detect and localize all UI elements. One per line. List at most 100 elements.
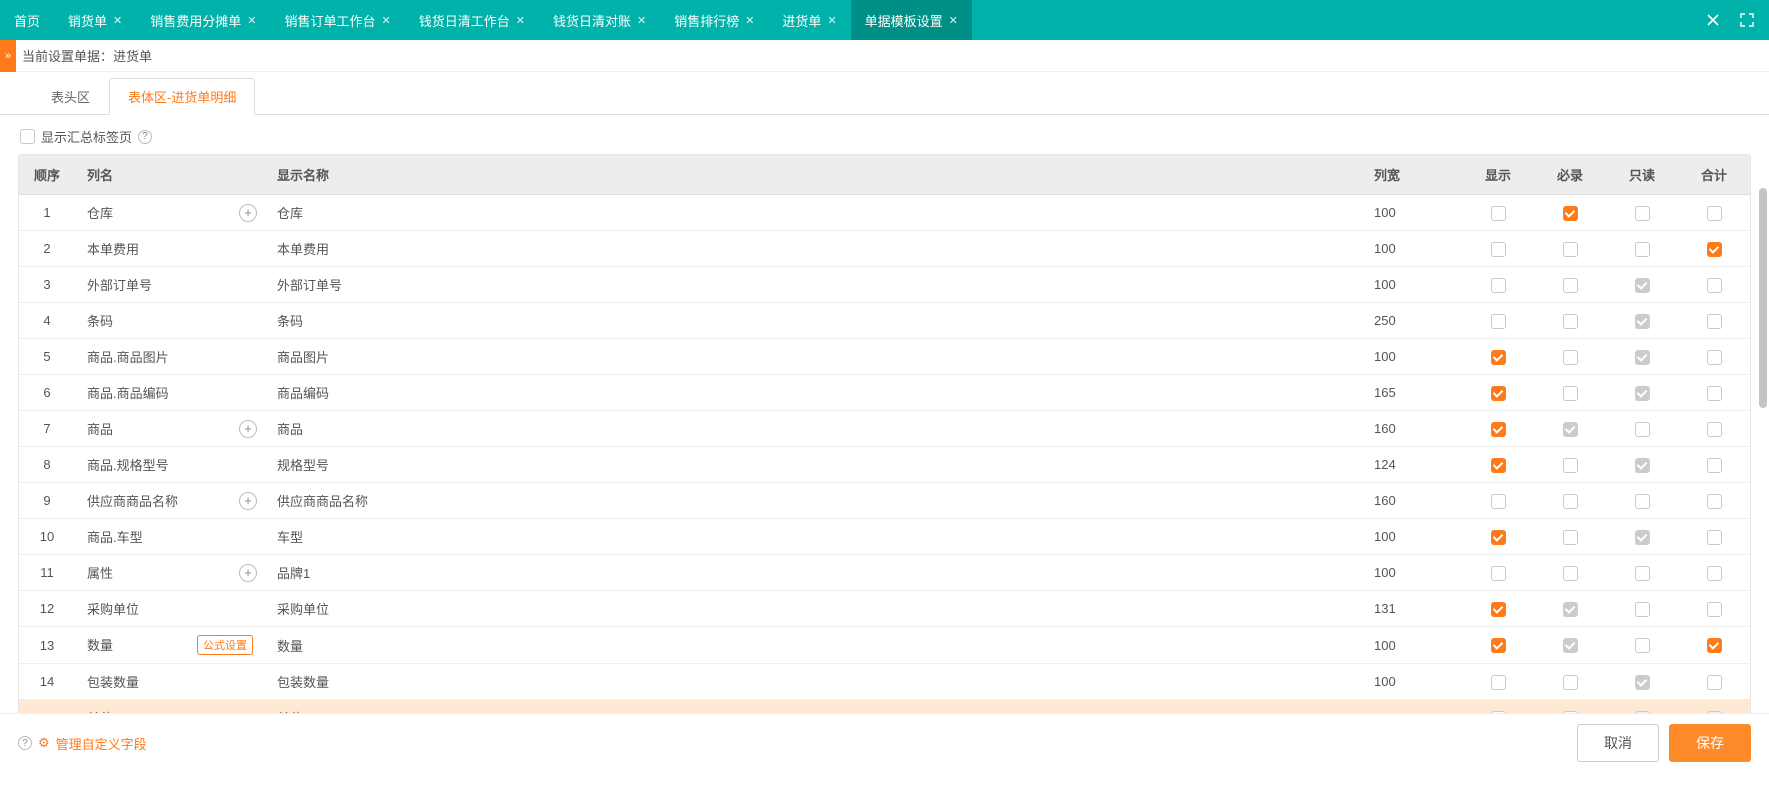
close-icon[interactable]: ✕ [382,14,391,27]
add-icon[interactable]: + [239,420,257,438]
checkbox[interactable] [1491,675,1506,690]
checkbox[interactable] [1491,458,1506,473]
tab-8[interactable]: 单据模板设置✕ [851,0,972,40]
tab-6[interactable]: 销售排行榜✕ [660,0,768,40]
checkbox[interactable] [1707,386,1722,401]
close-icon[interactable]: ✕ [113,14,122,27]
manage-custom-fields-link[interactable]: 管理自定义字段 [56,734,147,753]
checkbox[interactable] [1707,422,1722,437]
cell-display-name[interactable]: 商品 [265,411,1362,447]
checkbox[interactable] [1491,566,1506,581]
close-icon[interactable]: ✕ [745,14,754,27]
cell-display-name[interactable]: 包装数量 [265,664,1362,700]
checkbox[interactable] [1563,566,1578,581]
checkbox[interactable] [1635,422,1650,437]
tab-0[interactable]: 首页 [0,0,54,40]
checkbox[interactable] [1491,206,1506,221]
checkbox[interactable] [1563,350,1578,365]
cell-display-name[interactable]: 商品编码 [265,375,1362,411]
table-scrollbar[interactable] [1757,188,1767,708]
tab-3[interactable]: 销售订单工作台✕ [270,0,404,40]
checkbox[interactable] [1707,206,1722,221]
checkbox[interactable] [1491,638,1506,653]
breadcrumb-expand-icon[interactable]: » [0,40,16,72]
cell-width[interactable]: 100 [1362,555,1462,591]
checkbox[interactable] [1563,278,1578,293]
add-icon[interactable]: + [239,564,257,582]
checkbox[interactable] [1563,386,1578,401]
help-icon[interactable]: ? [138,130,152,144]
checkbox[interactable] [1491,242,1506,257]
checkbox[interactable] [1491,314,1506,329]
checkbox[interactable] [1707,458,1722,473]
add-icon[interactable]: + [239,204,257,222]
cancel-button[interactable]: 取消 [1577,724,1659,762]
fullscreen-icon[interactable] [1733,6,1761,34]
scrollbar-thumb[interactable] [1759,188,1767,408]
checkbox[interactable] [1491,386,1506,401]
subtab-0[interactable]: 表头区 [32,78,109,115]
close-icon[interactable]: ✕ [247,14,256,27]
cell-display-name[interactable]: 品牌1 [265,555,1362,591]
cell-display-name[interactable]: 数量 [265,627,1362,664]
checkbox[interactable] [1635,494,1650,509]
checkbox[interactable] [1563,458,1578,473]
checkbox[interactable] [1491,278,1506,293]
close-icon[interactable]: ✕ [637,14,646,27]
checkbox[interactable] [1707,602,1722,617]
close-icon[interactable]: ✕ [949,14,958,27]
cell-display-name[interactable]: 仓库 [265,195,1362,231]
save-button[interactable]: 保存 [1669,724,1751,762]
checkbox[interactable] [1491,350,1506,365]
checkbox[interactable] [1563,314,1578,329]
tab-7[interactable]: 进货单✕ [768,0,850,40]
cell-width[interactable]: 160 [1362,411,1462,447]
checkbox[interactable] [1563,530,1578,545]
cell-width[interactable]: 100 [1362,267,1462,303]
checkbox[interactable] [1635,242,1650,257]
checkbox[interactable] [1491,530,1506,545]
checkbox[interactable] [1635,566,1650,581]
cell-display-name[interactable]: 商品图片 [265,339,1362,375]
checkbox[interactable] [1707,638,1722,653]
cell-width[interactable]: 160 [1362,483,1462,519]
cell-display-name[interactable]: 本单费用 [265,231,1362,267]
cell-width[interactable]: 100 [1362,627,1462,664]
checkbox[interactable] [1707,530,1722,545]
cell-width[interactable]: 100 [1362,231,1462,267]
close-icon[interactable]: ✕ [827,14,836,27]
checkbox[interactable] [1707,278,1722,293]
cell-display-name[interactable]: 供应商商品名称 [265,483,1362,519]
checkbox[interactable] [1563,242,1578,257]
checkbox[interactable] [1563,675,1578,690]
checkbox[interactable] [1707,350,1722,365]
tab-2[interactable]: 销售费用分摊单✕ [136,0,270,40]
cell-display-name[interactable]: 规格型号 [265,447,1362,483]
cell-display-name[interactable]: 条码 [265,303,1362,339]
checkbox[interactable] [1635,638,1650,653]
cell-display-name[interactable]: 采购单位 [265,591,1362,627]
cell-display-name[interactable]: 车型 [265,519,1362,555]
checkbox[interactable] [1707,675,1722,690]
footer-help-icon[interactable]: ? [18,736,32,750]
checkbox[interactable] [1707,242,1722,257]
checkbox[interactable] [1563,206,1578,221]
checkbox[interactable] [1707,566,1722,581]
checkbox[interactable] [1707,494,1722,509]
checkbox[interactable] [1635,206,1650,221]
cell-width[interactable]: 100 [1362,339,1462,375]
add-icon[interactable]: + [239,492,257,510]
checkbox[interactable] [1491,602,1506,617]
tab-4[interactable]: 钱货日清工作台✕ [405,0,539,40]
cell-width[interactable]: 124 [1362,447,1462,483]
cell-display-name[interactable]: 外部订单号 [265,267,1362,303]
cell-width[interactable]: 131 [1362,591,1462,627]
cell-width[interactable]: 250 [1362,303,1462,339]
cell-width[interactable]: 100 [1362,664,1462,700]
checkbox[interactable] [1491,494,1506,509]
close-all-tabs-icon[interactable] [1699,6,1727,34]
tab-5[interactable]: 钱货日清对账✕ [539,0,660,40]
tab-1[interactable]: 销货单✕ [54,0,136,40]
cell-width[interactable]: 165 [1362,375,1462,411]
show-summary-checkbox[interactable] [20,129,35,144]
